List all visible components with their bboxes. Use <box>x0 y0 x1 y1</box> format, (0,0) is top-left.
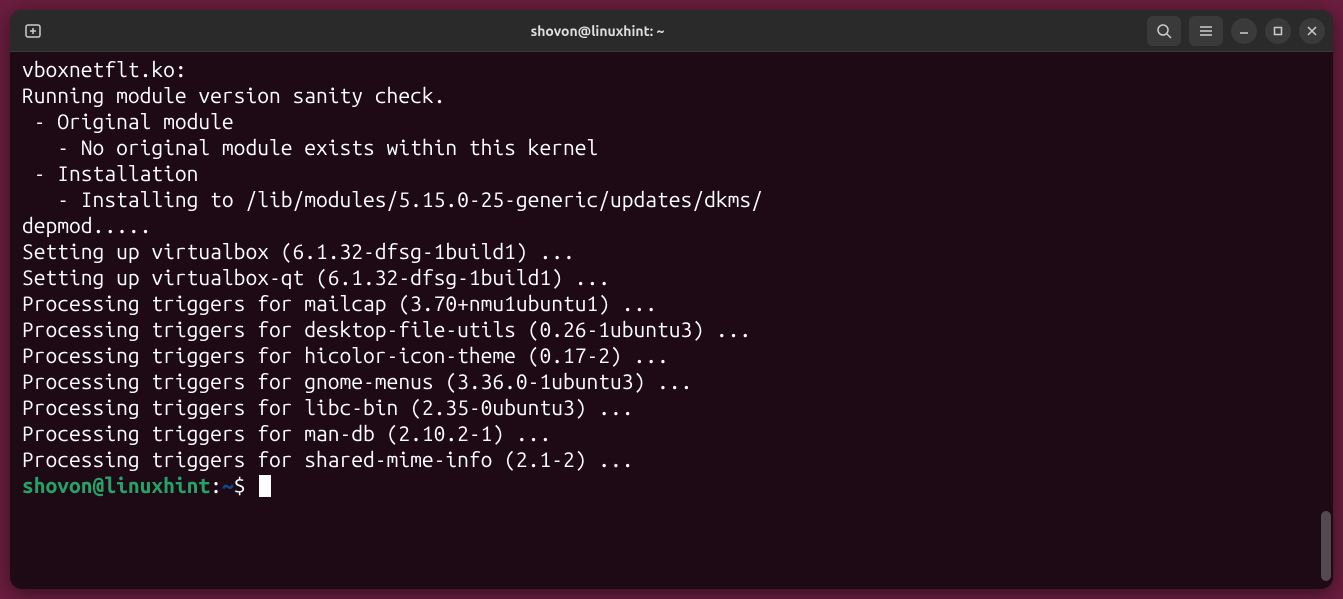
terminal-window: shovon@linuxhint: ~ vboxnetflt.ko: Runni… <box>10 10 1333 589</box>
terminal-output-line: - Installation <box>22 160 1321 186</box>
terminal-output-line: Setting up virtualbox-qt (6.1.32-dfsg-1b… <box>22 264 1321 290</box>
menu-button[interactable] <box>1189 16 1223 46</box>
titlebar-right <box>1147 16 1325 46</box>
prompt-symbol: $ <box>234 473 258 497</box>
window-title: shovon@linuxhint: ~ <box>48 23 1147 39</box>
maximize-button[interactable] <box>1265 18 1291 44</box>
maximize-icon <box>1273 26 1283 36</box>
terminal-output-line: Processing triggers for hicolor-icon-the… <box>22 342 1321 368</box>
close-button[interactable] <box>1299 18 1325 44</box>
hamburger-icon <box>1198 23 1214 39</box>
terminal-output-line: - Installing to /lib/modules/5.15.0-25-g… <box>22 186 1321 212</box>
terminal-output-line: Processing triggers for man-db (2.10.2-1… <box>22 420 1321 446</box>
search-button[interactable] <box>1147 16 1181 46</box>
terminal-output-line: Processing triggers for desktop-file-uti… <box>22 316 1321 342</box>
terminal-output-line: vboxnetflt.ko: <box>22 56 1321 82</box>
titlebar: shovon@linuxhint: ~ <box>10 10 1333 52</box>
terminal-output-line: Running module version sanity check. <box>22 82 1321 108</box>
terminal-output-line: depmod..... <box>22 212 1321 238</box>
terminal-output-line: - No original module exists within this … <box>22 134 1321 160</box>
minimize-button[interactable] <box>1231 18 1257 44</box>
terminal-output-line: Processing triggers for mailcap (3.70+nm… <box>22 290 1321 316</box>
terminal-output-line: Processing triggers for libc-bin (2.35-0… <box>22 394 1321 420</box>
new-tab-icon <box>25 23 41 39</box>
minimize-icon <box>1239 26 1249 36</box>
prompt-path: ~ <box>222 473 234 497</box>
terminal-output-line: Setting up virtualbox (6.1.32-dfsg-1buil… <box>22 238 1321 264</box>
terminal-body[interactable]: vboxnetflt.ko: Running module version sa… <box>10 52 1333 589</box>
prompt-user-host: shovon@linuxhint <box>22 473 210 497</box>
new-tab-button[interactable] <box>18 16 48 46</box>
scrollbar-thumb[interactable] <box>1321 511 1331 581</box>
prompt-colon: : <box>210 473 222 497</box>
terminal-output-line: - Original module <box>22 108 1321 134</box>
terminal-prompt-line: shovon@linuxhint:~$ <box>22 472 1321 498</box>
titlebar-left <box>18 16 48 46</box>
terminal-output-line: Processing triggers for shared-mime-info… <box>22 446 1321 472</box>
cursor <box>259 475 271 497</box>
terminal-output-line: Processing triggers for gnome-menus (3.3… <box>22 368 1321 394</box>
close-icon <box>1307 26 1317 36</box>
search-icon <box>1156 23 1172 39</box>
